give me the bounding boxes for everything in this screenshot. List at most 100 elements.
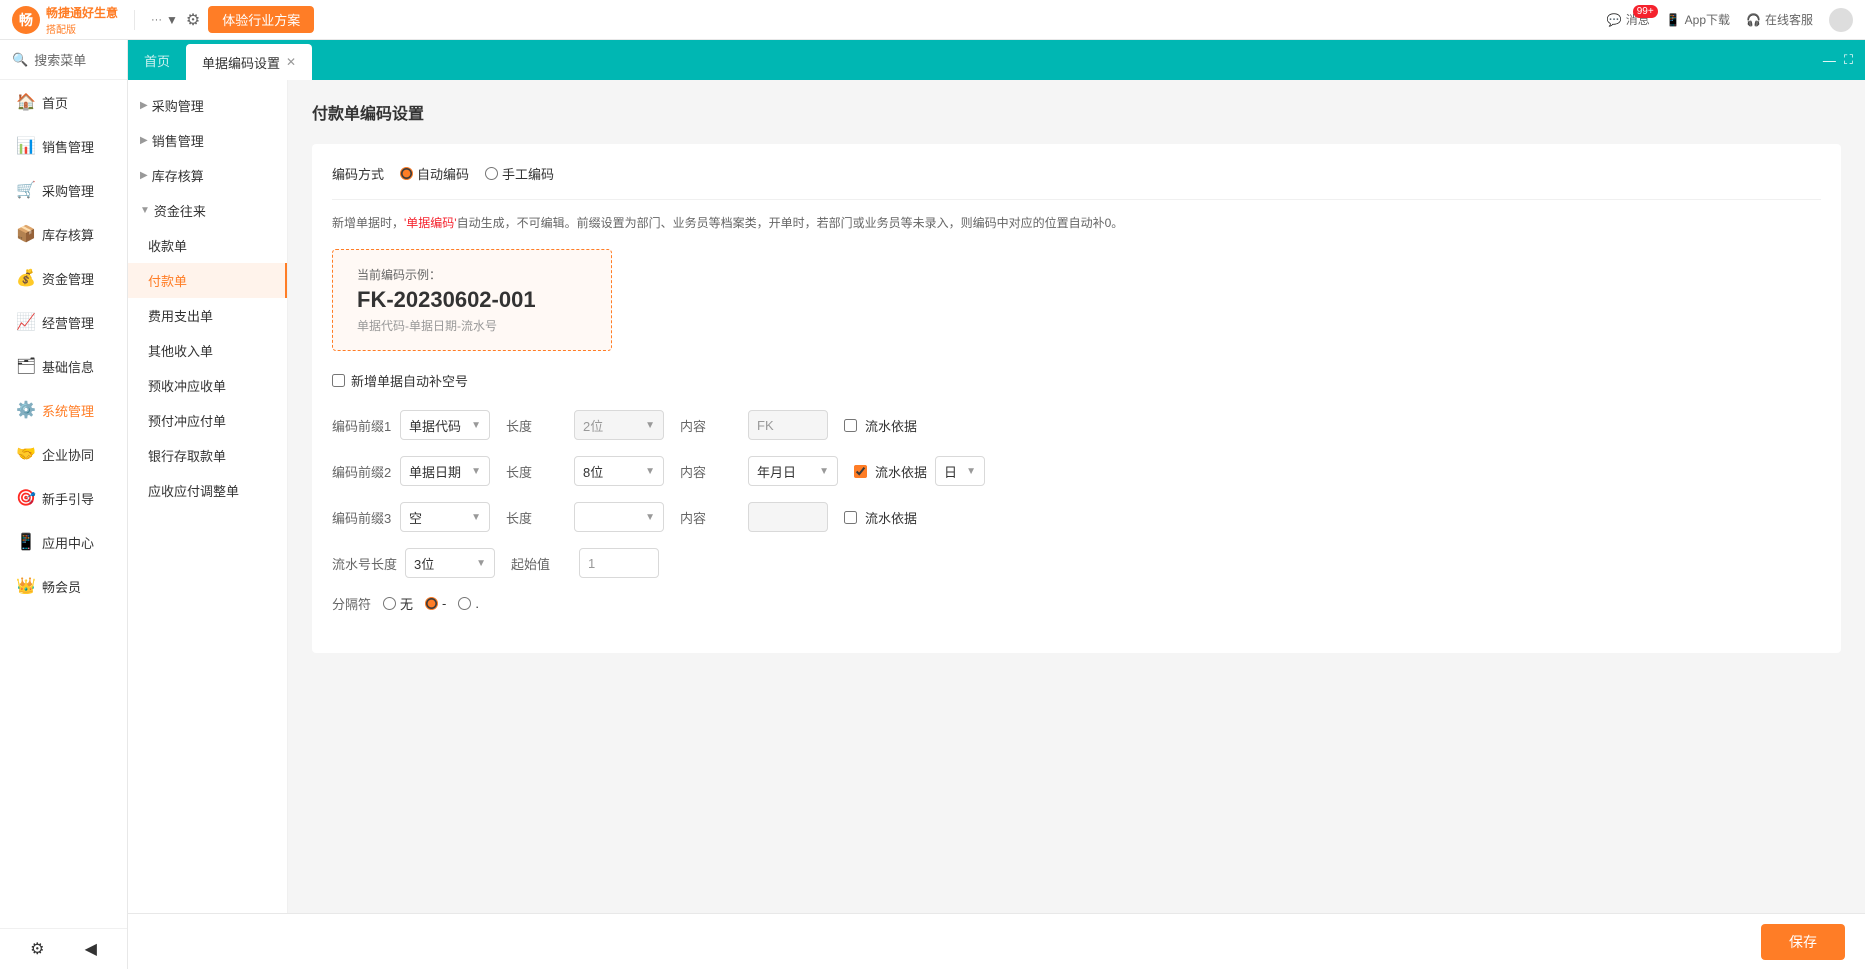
sub-menu-item-prepay-receive[interactable]: 预收冲应收单 — [128, 368, 287, 403]
top-bar-center: ··· ▼ ⚙ 体验行业方案 — [151, 6, 314, 33]
sidebar-item-apps[interactable]: 📱 应用中心 — [0, 520, 127, 564]
search-menu[interactable]: 🔍 搜索菜单 — [0, 40, 127, 80]
stream2-item: 流水依据 日 ▼ — [854, 456, 985, 486]
stream3-checkbox[interactable] — [844, 511, 857, 524]
sidebar-collapse-icon[interactable]: ◀ — [85, 939, 97, 959]
prefix-row-3: 编码前缀3 空 ▼ 长度 ▼ — [332, 502, 1821, 532]
separator-label: 分隔符 — [332, 594, 371, 613]
manual-encode-radio[interactable] — [485, 167, 498, 180]
sidebar-item-operation[interactable]: 📈 经营管理 — [0, 300, 127, 344]
avatar[interactable] — [1829, 8, 1853, 32]
manual-encode-option[interactable]: 手工编码 — [485, 164, 554, 183]
sidebar-item-home[interactable]: 🏠 首页 — [0, 80, 127, 124]
separator-none-option[interactable]: 无 — [383, 594, 413, 613]
separator-dash-option[interactable]: - — [425, 596, 446, 611]
sidebar-item-finance[interactable]: 💰 资金管理 — [0, 256, 127, 300]
sidebar-settings-icon[interactable]: ⚙ — [30, 939, 44, 959]
auto-encode-radio[interactable] — [400, 167, 413, 180]
stream2-unit-select[interactable]: 日 ▼ — [935, 456, 985, 486]
stream1-checkbox[interactable] — [844, 419, 857, 432]
separator-dot-option[interactable]: . — [458, 596, 479, 611]
auto-encode-option[interactable]: 自动编码 — [400, 164, 469, 183]
prefix1-item: 编码前缀1 单据代码 ▼ — [332, 410, 490, 440]
sidebar-item-basic[interactable]: 🗂 基础信息 — [0, 344, 127, 388]
start-value-input[interactable] — [579, 548, 659, 578]
start-value-item: 起始值 — [511, 548, 659, 578]
content2-select[interactable]: 年月日 ▼ — [748, 456, 838, 486]
page-title: 付款单编码设置 — [312, 100, 1841, 124]
sub-menu-header-capital[interactable]: ▼ 资金往来 — [128, 193, 287, 228]
top-bar-left: 畅 畅捷通好生意 搭配版 ··· ▼ ⚙ 体验行业方案 — [12, 4, 314, 36]
sub-menu-item-expense[interactable]: 费用支出单 — [128, 298, 287, 333]
prefix2-select[interactable]: 单据日期 ▼ — [400, 456, 490, 486]
stream-length-select[interactable]: 3位 ▼ — [405, 548, 495, 578]
try-industry-button[interactable]: 体验行业方案 — [208, 6, 314, 33]
tab-home[interactable]: 首页 — [128, 40, 186, 80]
separator-row: 分隔符 无 - . — [332, 594, 1821, 613]
operation-icon: 📈 — [16, 312, 34, 332]
member-icon: 👑 — [16, 576, 34, 596]
sub-menu-header-purchase[interactable]: ▶ 采购管理 — [128, 88, 287, 123]
separator-none-radio[interactable] — [383, 597, 396, 610]
sidebar-item-member[interactable]: 👑 畅会员 — [0, 564, 127, 608]
sidebar-item-purchase[interactable]: 🛒 采购管理 — [0, 168, 127, 212]
separator-dot-radio[interactable] — [458, 597, 471, 610]
length2-arrow-icon: ▼ — [645, 466, 655, 477]
sub-menu-header-sales[interactable]: ▶ 销售管理 — [128, 123, 287, 158]
stream-length-item: 流水号长度 3位 ▼ — [332, 548, 495, 578]
top-bar-right: 💬 消息 99+ 📱 App下载 🎧 在线客服 — [1607, 8, 1853, 32]
sub-sidebar: ▶ 采购管理 ▶ 销售管理 ▶ 库存核算 — [128, 80, 288, 913]
message-button[interactable]: 💬 消息 99+ — [1607, 11, 1650, 28]
search-icon: 🔍 — [12, 52, 28, 68]
preview-label: 当前编码示例： — [357, 266, 587, 283]
separator-dash-radio[interactable] — [425, 597, 438, 610]
sidebar-item-partner[interactable]: 🤝 企业协同 — [0, 432, 127, 476]
sidebar: 🔍 搜索菜单 🏠 首页 📊 销售管理 🛒 采购管理 📦 库存核算 💰 资金管理 … — [0, 40, 128, 969]
prefix3-label: 编码前缀3 — [332, 508, 392, 527]
sidebar-item-system[interactable]: ⚙️ 系统管理 — [0, 388, 127, 432]
prefix3-select[interactable]: 空 ▼ — [400, 502, 490, 532]
save-button[interactable]: 保存 — [1761, 924, 1845, 960]
online-service-button[interactable]: 🎧 在线客服 — [1746, 11, 1813, 28]
window-maximize-icon[interactable]: ⛶ — [1844, 52, 1853, 68]
sub-menu-item-income[interactable]: 其他收入单 — [128, 333, 287, 368]
stream-row: 流水号长度 3位 ▼ 起始值 — [332, 548, 1821, 578]
sub-menu-item-bank[interactable]: 银行存取款单 — [128, 438, 287, 473]
sidebar-item-sales[interactable]: 📊 销售管理 — [0, 124, 127, 168]
sub-menu-group-sales: ▶ 销售管理 — [128, 123, 287, 158]
sub-menu-group-capital: ▼ 资金往来 收款单 付款单 费用支出单 其他收入单 预收冲应收单 预付冲应付单… — [128, 193, 287, 508]
preview-code: FK-20230602-001 — [357, 287, 587, 313]
length3-select[interactable]: ▼ — [574, 502, 664, 532]
tab-close-icon[interactable]: ✕ — [286, 55, 296, 69]
length1-select[interactable]: 2位 ▼ — [574, 410, 664, 440]
sidebar-item-guide[interactable]: 🎯 新手引导 — [0, 476, 127, 520]
prefix1-label: 编码前缀1 — [332, 416, 392, 435]
sub-menu-item-receive[interactable]: 收款单 — [128, 228, 287, 263]
length2-select[interactable]: 8位 ▼ — [574, 456, 664, 486]
sub-menu-item-payment[interactable]: 付款单 — [128, 263, 287, 298]
settings-icon[interactable]: ⚙ — [186, 10, 200, 30]
nav-dropdown[interactable]: ··· ▼ — [151, 13, 178, 27]
start-value-label: 起始值 — [511, 554, 571, 573]
tab-encode[interactable]: 单据编码设置 ✕ — [186, 44, 312, 80]
length2-item: 长度 8位 ▼ — [506, 456, 664, 486]
tab-bar: 首页 单据编码设置 ✕ — ⛶ — [128, 40, 1865, 80]
content2-item: 内容 年月日 ▼ — [680, 456, 838, 486]
auto-fill-checkbox[interactable] — [332, 374, 345, 387]
window-minimize-icon[interactable]: — — [1823, 53, 1836, 68]
preview-box: 当前编码示例： FK-20230602-001 单据代码-单据日期-流水号 — [332, 249, 612, 351]
sidebar-item-inventory[interactable]: 📦 库存核算 — [0, 212, 127, 256]
stream2-checkbox[interactable] — [854, 465, 867, 478]
length1-arrow-icon: ▼ — [645, 420, 655, 431]
sub-menu-item-prepay-pay[interactable]: 预付冲应付单 — [128, 403, 287, 438]
encode-method-label: 编码方式 — [332, 164, 384, 183]
sub-menu-header-inventory[interactable]: ▶ 库存核算 — [128, 158, 287, 193]
apps-icon: 📱 — [16, 532, 34, 552]
prefix3-item: 编码前缀3 空 ▼ — [332, 502, 490, 532]
purchase-icon: 🛒 — [16, 180, 34, 200]
app-download-button[interactable]: 📱 App下载 — [1666, 11, 1730, 28]
stream-length-arrow-icon: ▼ — [476, 558, 486, 569]
sub-layout: ▶ 采购管理 ▶ 销售管理 ▶ 库存核算 — [128, 80, 1865, 913]
sub-menu-item-adjust[interactable]: 应收应付调整单 — [128, 473, 287, 508]
prefix1-select[interactable]: 单据代码 ▼ — [400, 410, 490, 440]
